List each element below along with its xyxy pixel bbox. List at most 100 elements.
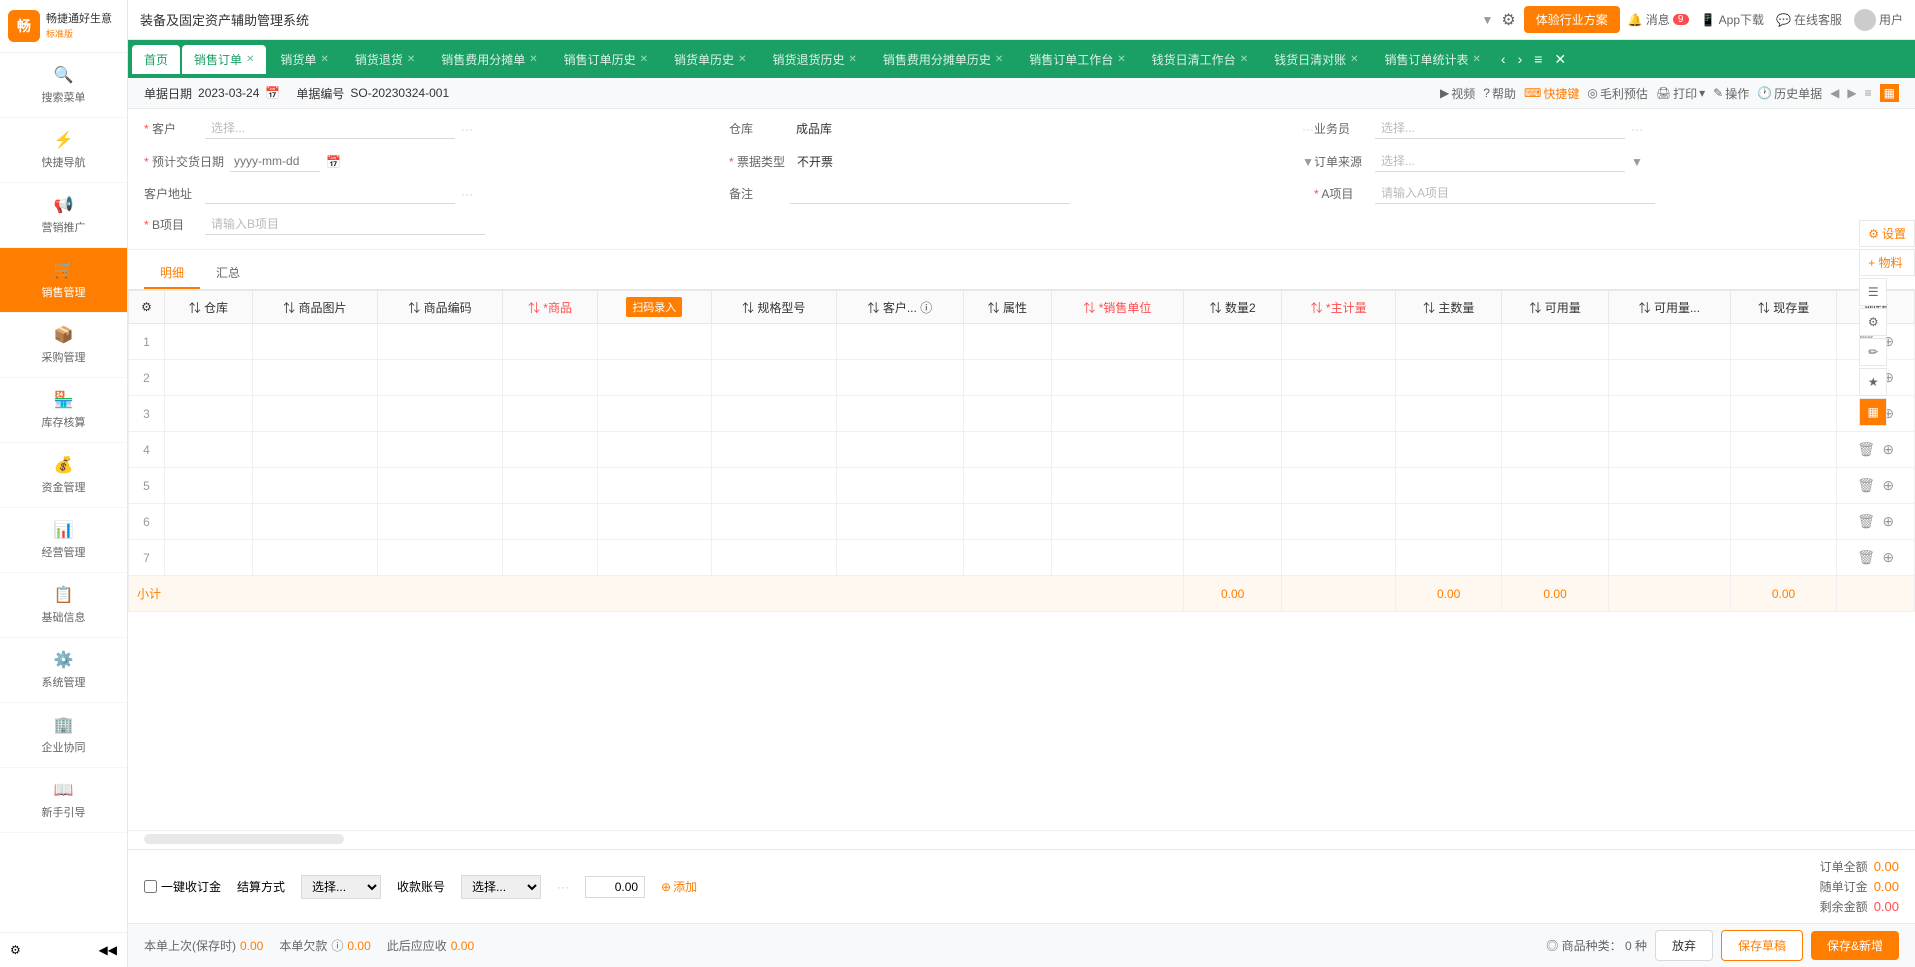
tab-sales-order-history[interactable]: 销售订单历史 ✕ bbox=[552, 45, 660, 74]
row-unit[interactable] bbox=[1051, 324, 1183, 360]
detail-tab-detail[interactable]: 明细 bbox=[144, 258, 200, 289]
help-action[interactable]: ? 帮助 bbox=[1483, 85, 1516, 102]
tab-close-icon[interactable]: ✕ bbox=[1117, 54, 1125, 65]
copy-row-button[interactable]: ⊕ bbox=[1880, 511, 1896, 532]
address-input[interactable] bbox=[205, 183, 455, 204]
delivery-date-calendar-icon[interactable]: 📅 bbox=[326, 155, 341, 169]
sidebar-collapse-icon[interactable]: ◀◀ bbox=[99, 943, 117, 957]
add-button[interactable]: ⊕ 添加 bbox=[661, 878, 697, 895]
right-panel-btn1[interactable]: ☰ bbox=[1859, 278, 1887, 306]
notification-item[interactable]: 🔔 消息 9 bbox=[1628, 11, 1689, 28]
row-product[interactable] bbox=[502, 324, 597, 360]
delete-row-button[interactable]: 🗑 bbox=[1855, 547, 1877, 568]
tab-home[interactable]: 首页 bbox=[132, 45, 180, 74]
sidebar-item-marketing[interactable]: 📢 营销推广 bbox=[0, 183, 127, 248]
tab-stats[interactable]: 销售订单统计表 ✕ bbox=[1372, 45, 1492, 74]
save-draft-button[interactable]: 保存草稿 bbox=[1721, 930, 1803, 961]
sidebar-item-finance[interactable]: 💰 资金管理 bbox=[0, 443, 127, 508]
row-main-qty[interactable] bbox=[1395, 324, 1501, 360]
account-select[interactable]: 选择... bbox=[461, 875, 541, 899]
customer-input[interactable] bbox=[205, 118, 455, 139]
notes-input[interactable] bbox=[790, 183, 1070, 204]
calendar-icon[interactable]: 📅 bbox=[265, 86, 280, 100]
invoice-type-dropdown-icon[interactable]: ▼ bbox=[1302, 155, 1314, 169]
order-source-input[interactable] bbox=[1375, 151, 1625, 172]
list-view-icon[interactable]: ≡ bbox=[1865, 86, 1872, 100]
sidebar-item-search[interactable]: 🔍 搜索菜单 bbox=[0, 53, 127, 118]
tab-close-icon[interactable]: ✕ bbox=[995, 54, 1003, 65]
right-panel-btn5[interactable]: ▦ bbox=[1859, 398, 1887, 426]
address-dots[interactable]: ··· bbox=[461, 187, 473, 201]
col-settings[interactable]: ⚙ bbox=[129, 291, 165, 324]
payment-select[interactable]: 选择... bbox=[301, 875, 381, 899]
profit-action[interactable]: ◎ 毛利预估 bbox=[1587, 85, 1648, 102]
tab-close-icon[interactable]: ✕ bbox=[1240, 54, 1248, 65]
tab-prev-button[interactable]: ‹ bbox=[1495, 49, 1512, 69]
customer-dots[interactable]: ··· bbox=[461, 122, 473, 136]
tab-close-icon[interactable]: ✕ bbox=[320, 54, 328, 65]
tab-close-icon[interactable]: ✕ bbox=[529, 54, 537, 65]
sidebar-item-inventory[interactable]: 🏪 库存核算 bbox=[0, 378, 127, 443]
row-spec[interactable] bbox=[711, 324, 836, 360]
online-service-item[interactable]: 💬 在线客服 bbox=[1776, 11, 1842, 28]
user-item[interactable]: 用户 bbox=[1854, 9, 1903, 31]
detail-tab-summary[interactable]: 汇总 bbox=[200, 258, 256, 289]
salesperson-input[interactable] bbox=[1375, 118, 1625, 139]
tab-close-icon[interactable]: ✕ bbox=[1350, 54, 1358, 65]
tab-close-all-button[interactable]: ✕ bbox=[1548, 49, 1572, 70]
delete-row-button[interactable]: 🗑 bbox=[1855, 511, 1877, 532]
tab-close-icon[interactable]: ✕ bbox=[848, 54, 856, 65]
discard-button[interactable]: 放弃 bbox=[1655, 930, 1713, 961]
copy-row-button[interactable]: ⊕ bbox=[1880, 439, 1896, 460]
sidebar-item-sales[interactable]: 🛒 销售管理 bbox=[0, 248, 127, 313]
tab-close-icon[interactable]: ✕ bbox=[1473, 54, 1481, 65]
grid-view-icon[interactable]: ▦ bbox=[1880, 84, 1899, 102]
one-click-checkbox-label[interactable]: 一键收订金 bbox=[144, 878, 221, 895]
scan-button[interactable]: 扫码录入 bbox=[626, 297, 682, 317]
tab-close-icon[interactable]: ✕ bbox=[246, 54, 254, 65]
col-scan[interactable]: 扫码录入 bbox=[597, 291, 711, 324]
tab-fee-history[interactable]: 销售费用分摊单历史 ✕ bbox=[871, 45, 1015, 74]
shortcut-action[interactable]: ⌨ 快捷键 bbox=[1524, 85, 1579, 102]
row-warehouse[interactable] bbox=[165, 324, 253, 360]
warehouse-dots[interactable]: ··· bbox=[1302, 122, 1314, 136]
right-panel-btn4[interactable]: ★ bbox=[1859, 368, 1887, 396]
nav-next-icon[interactable]: ▶ bbox=[1847, 86, 1856, 100]
add-material-btn[interactable]: + 物料 bbox=[1859, 249, 1915, 276]
row-attr[interactable] bbox=[963, 324, 1051, 360]
row-stock[interactable] bbox=[1730, 324, 1836, 360]
delete-row-button[interactable]: 🗑 bbox=[1855, 439, 1877, 460]
row-image[interactable] bbox=[252, 324, 377, 360]
sidebar-item-base-info[interactable]: 📋 基础信息 bbox=[0, 573, 127, 638]
sidebar-item-enterprise[interactable]: 🏢 企业协同 bbox=[0, 703, 127, 768]
industry-solution-button[interactable]: 体验行业方案 bbox=[1524, 6, 1620, 33]
tab-goods-history[interactable]: 销货单历史 ✕ bbox=[662, 45, 758, 74]
row-sku[interactable] bbox=[377, 324, 502, 360]
row-qty2[interactable] bbox=[1184, 324, 1282, 360]
tab-sales-goods[interactable]: 销货单 ✕ bbox=[268, 45, 340, 74]
dots-icon[interactable]: ··· bbox=[557, 880, 569, 894]
row-available2[interactable] bbox=[1608, 324, 1730, 360]
right-panel-btn3[interactable]: ✏ bbox=[1859, 338, 1887, 366]
tab-sales-order[interactable]: 销售订单 ✕ bbox=[182, 45, 266, 74]
one-click-checkbox[interactable] bbox=[144, 880, 157, 893]
app-download-item[interactable]: 📱 App下载 bbox=[1701, 11, 1764, 28]
operation-action[interactable]: ✎ 操作 bbox=[1713, 85, 1749, 102]
tab-next-button[interactable]: › bbox=[1512, 49, 1529, 69]
right-panel-btn2[interactable]: ⚙ bbox=[1859, 308, 1887, 336]
tab-close-icon[interactable]: ✕ bbox=[640, 54, 648, 65]
print-action[interactable]: 🖨 打印 ▾ bbox=[1656, 85, 1705, 102]
tab-sales-fee[interactable]: 销售费用分摊单 ✕ bbox=[429, 45, 549, 74]
sidebar-item-purchase[interactable]: 📦 采购管理 bbox=[0, 313, 127, 378]
row-customer[interactable] bbox=[836, 324, 963, 360]
row-available[interactable] bbox=[1502, 324, 1608, 360]
tab-daily-workbench[interactable]: 钱货日清工作台 ✕ bbox=[1140, 45, 1260, 74]
salesperson-dots[interactable]: ··· bbox=[1631, 122, 1643, 136]
settings-icon[interactable]: ⚙ bbox=[1501, 10, 1515, 30]
save-new-button[interactable]: 保存&新增 bbox=[1811, 931, 1899, 960]
delete-row-button[interactable]: 🗑 bbox=[1855, 475, 1877, 496]
tab-close-icon[interactable]: ✕ bbox=[407, 54, 415, 65]
tab-menu-button[interactable]: ≡ bbox=[1528, 49, 1548, 69]
history-action[interactable]: 🕐 历史单据 bbox=[1757, 85, 1822, 102]
amount-input[interactable] bbox=[585, 876, 645, 898]
